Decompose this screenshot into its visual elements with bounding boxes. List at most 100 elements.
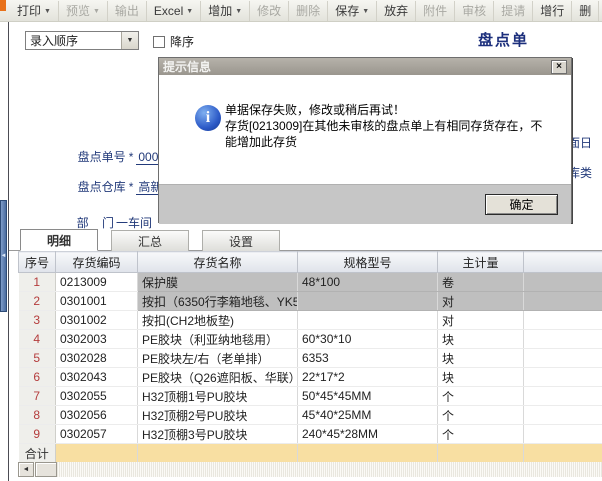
row-serial[interactable]: 2: [18, 291, 56, 311]
toolbar-button-modify[interactable]: 修改: [250, 0, 290, 21]
row-extra[interactable]: [523, 367, 602, 387]
collapse-panel-handle[interactable]: ◄: [0, 200, 7, 312]
row-name[interactable]: PE胶块（Q26遮阳板、华联）: [137, 367, 298, 387]
toolbar-button-submit[interactable]: 提请: [494, 0, 534, 21]
row-extra[interactable]: [523, 424, 602, 444]
row-unit[interactable]: 块: [437, 329, 524, 349]
row-code[interactable]: 0301001: [55, 291, 138, 311]
dialog-body: i 单据保存失败，修改或稍后再试！ 存货[0213009]在其他未审核的盘点单上…: [159, 75, 571, 184]
field-warehouse: 盘点仓库 * 高新: [71, 164, 165, 195]
row-code[interactable]: 0302028: [55, 348, 138, 368]
row-spec[interactable]: 48*100: [297, 272, 438, 292]
row-unit[interactable]: 对: [437, 310, 524, 330]
row-code[interactable]: 0302003: [55, 329, 138, 349]
toolbar-button-print[interactable]: 打印 ▼: [10, 0, 59, 21]
row-unit[interactable]: 个: [437, 386, 524, 406]
row-spec[interactable]: [297, 291, 438, 311]
row-code[interactable]: 0302055: [55, 386, 138, 406]
row-spec[interactable]: 6353: [297, 348, 438, 368]
row-extra[interactable]: [523, 405, 602, 425]
horizontal-scrollbar[interactable]: ◄: [18, 462, 602, 477]
col-header-unit[interactable]: 主计量: [437, 251, 524, 273]
scroll-left-button[interactable]: ◄: [18, 462, 34, 477]
row-serial[interactable]: 4: [18, 329, 56, 349]
row-code[interactable]: 0302056: [55, 405, 138, 425]
toolbar-button-preview[interactable]: 预览 ▼: [59, 0, 108, 21]
chevron-down-icon[interactable]: ▼: [121, 32, 138, 49]
row-extra[interactable]: [523, 348, 602, 368]
table-row: 6 0302043 PE胶块（Q26遮阳板、华联） 22*17*2 块: [18, 367, 602, 387]
row-unit[interactable]: 卷: [437, 272, 524, 292]
row-name[interactable]: PE胶块左/右（老单排）: [137, 348, 298, 368]
ok-button[interactable]: 确定: [485, 194, 558, 215]
sort-order-select[interactable]: 录入顺序 ▼: [25, 31, 139, 50]
window-corner-accent: [0, 0, 6, 11]
toolbar-button-save[interactable]: 保存 ▼: [328, 0, 378, 21]
message-dialog: 提示信息 × i 单据保存失败，修改或稍后再试！ 存货[0213009]在其他未…: [158, 57, 572, 224]
chevron-down-icon: ▼: [92, 8, 100, 15]
row-name[interactable]: 按扣（6350行李箱地毯、YK5地毯）: [137, 291, 298, 311]
row-code[interactable]: 0302043: [55, 367, 138, 387]
toolbar-button-export[interactable]: 输出: [108, 0, 147, 21]
toolbar-button-attachment[interactable]: 附件: [416, 0, 456, 21]
row-spec[interactable]: 60*30*10: [297, 329, 438, 349]
row-serial[interactable]: 1: [18, 272, 56, 292]
row-name[interactable]: 保护膜: [137, 272, 298, 292]
row-spec[interactable]: 45*40*25MM: [297, 405, 438, 425]
col-header-name[interactable]: 存货名称: [137, 251, 298, 273]
row-extra[interactable]: [523, 329, 602, 349]
row-serial[interactable]: 6: [18, 367, 56, 387]
row-spec[interactable]: [297, 310, 438, 330]
row-unit[interactable]: 块: [437, 367, 524, 387]
table-row: 9 0302057 H32顶棚3号PU胶块 240*45*28MM 个: [18, 424, 602, 444]
toolbar-button-add[interactable]: 增加 ▼: [201, 0, 251, 21]
toolbar-button-audit[interactable]: 审核: [455, 0, 495, 21]
row-unit[interactable]: 个: [437, 424, 524, 444]
collapse-arrow-icon: ◄: [0, 253, 7, 259]
row-serial[interactable]: 7: [18, 386, 56, 406]
toolbar-button-abandon[interactable]: 放弃: [377, 0, 417, 21]
row-serial[interactable]: 5: [18, 348, 56, 368]
toolbar-button-excel[interactable]: Excel ▼: [147, 0, 202, 21]
row-serial[interactable]: 3: [18, 310, 56, 330]
row-extra[interactable]: [523, 272, 602, 292]
scrollbar-thumb[interactable]: [35, 462, 57, 477]
row-code[interactable]: 0301002: [55, 310, 138, 330]
row-code[interactable]: 0213009: [55, 272, 138, 292]
descending-checkbox[interactable]: [153, 35, 165, 48]
chevron-down-icon: ▼: [186, 8, 194, 15]
row-extra[interactable]: [523, 310, 602, 330]
col-header-spec[interactable]: 规格型号: [297, 251, 438, 273]
field-warehouse-label: 盘点仓库: [77, 180, 126, 194]
chevron-down-icon: ▼: [44, 8, 51, 15]
row-serial[interactable]: 8: [18, 405, 56, 425]
row-code[interactable]: 0302057: [55, 424, 138, 444]
row-name[interactable]: H32顶棚3号PU胶块: [137, 424, 298, 444]
row-serial[interactable]: 9: [18, 424, 56, 444]
row-unit[interactable]: 块: [437, 348, 524, 368]
toolbar-button-add-row[interactable]: 增行: [533, 0, 573, 21]
tab-detail[interactable]: 明细: [20, 229, 98, 251]
row-name[interactable]: H32顶棚2号PU胶块: [137, 405, 298, 425]
close-icon[interactable]: ×: [551, 59, 567, 74]
info-icon: i: [195, 105, 221, 131]
row-unit[interactable]: 个: [437, 405, 524, 425]
row-extra[interactable]: [523, 386, 602, 406]
tab-settings[interactable]: 设置: [202, 230, 280, 251]
tab-summary[interactable]: 汇总: [111, 230, 189, 251]
toolbar-button-delete-row[interactable]: 删: [572, 0, 600, 21]
row-spec[interactable]: 240*45*28MM: [297, 424, 438, 444]
row-spec[interactable]: 22*17*2: [297, 367, 438, 387]
row-unit[interactable]: 对: [437, 291, 524, 311]
row-spec[interactable]: 50*45*45MM: [297, 386, 438, 406]
toolbar-button-delete[interactable]: 删除: [289, 0, 329, 21]
toolbar: 打印 ▼ 预览 ▼ 输出 Excel ▼ 增加 ▼ 修改 删除 保存 ▼ 放弃 附件 审核…: [0, 0, 602, 22]
col-header-code[interactable]: 存货编码: [55, 251, 138, 273]
row-extra[interactable]: [523, 291, 602, 311]
row-name[interactable]: PE胶块（利亚纳地毯用）: [137, 329, 298, 349]
row-name[interactable]: 按扣(CH2地板垫): [137, 310, 298, 330]
col-header-serial[interactable]: 序号: [18, 251, 56, 273]
row-name[interactable]: H32顶棚1号PU胶块: [137, 386, 298, 406]
dialog-titlebar[interactable]: 提示信息 ×: [159, 58, 571, 75]
table-header-row: 序号 存货编码 存货名称 规格型号 主计量: [18, 251, 602, 273]
